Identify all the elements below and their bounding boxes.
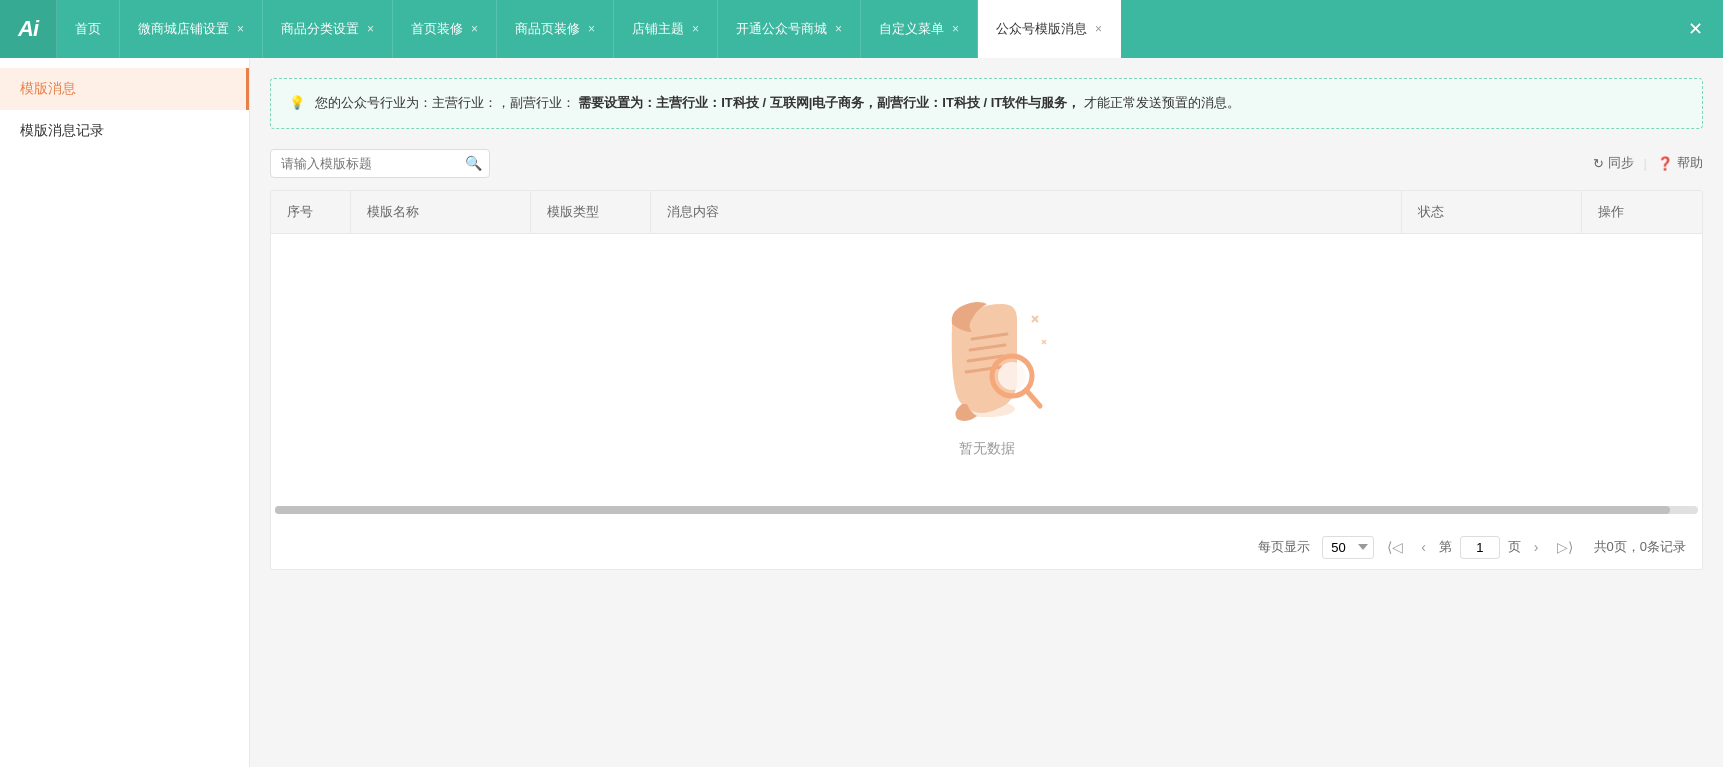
- page-size-label: 每页显示: [1258, 538, 1310, 556]
- tab-label: 商品页装修: [515, 20, 580, 38]
- svg-line-7: [1026, 390, 1040, 406]
- empty-illustration: [922, 294, 1052, 424]
- first-page-button[interactable]: ⟨◁: [1382, 537, 1408, 557]
- notice-text-prefix: 您的公众号行业为：主营行业：，副营行业：: [315, 95, 575, 110]
- tab-product-category[interactable]: 商品分类设置 ×: [263, 0, 393, 58]
- sidebar-item-template-message[interactable]: 模版消息: [0, 68, 249, 110]
- help-button[interactable]: ❓ 帮助: [1657, 154, 1703, 172]
- tab-label: 微商城店铺设置: [138, 20, 229, 38]
- sync-icon: ↻: [1593, 156, 1604, 171]
- tab-product-decoration[interactable]: 商品页装修 ×: [497, 0, 614, 58]
- tab-label: 自定义菜单: [879, 20, 944, 38]
- divider: |: [1644, 156, 1647, 171]
- content-area: 💡 您的公众号行业为：主营行业：，副营行业： 需要设置为：主营行业：IT科技 /…: [250, 58, 1723, 767]
- tab-label: 开通公众号商城: [736, 20, 827, 38]
- col-type: 模版类型: [531, 191, 651, 233]
- page-label: 第: [1439, 538, 1452, 556]
- tab-close-template-message[interactable]: ×: [1095, 22, 1102, 36]
- search-input[interactable]: [270, 149, 490, 178]
- col-index: 序号: [271, 191, 351, 233]
- search-input-wrap: 🔍: [270, 149, 490, 178]
- search-right: ↻ 同步 | ❓ 帮助: [1593, 154, 1703, 172]
- help-icon: ❓: [1657, 156, 1673, 171]
- tab-label: 公众号模版消息: [996, 20, 1087, 38]
- next-page-button[interactable]: ›: [1529, 537, 1544, 557]
- tab-close-open-wechat-shop[interactable]: ×: [835, 22, 842, 36]
- page-size-select[interactable]: 102050100: [1322, 536, 1374, 559]
- global-close-button[interactable]: ✕: [1668, 0, 1723, 58]
- search-icon[interactable]: 🔍: [465, 155, 482, 171]
- sidebar-item-template-message-log[interactable]: 模版消息记录: [0, 110, 249, 152]
- table-wrap: 序号模版名称模版类型消息内容状态操作: [270, 190, 1703, 570]
- last-page-button[interactable]: ▷⟩: [1552, 537, 1578, 557]
- sidebar: 模版消息模版消息记录: [0, 58, 250, 767]
- search-left: 🔍: [270, 149, 490, 178]
- tab-home[interactable]: 首页: [57, 0, 120, 58]
- empty-text: 暂无数据: [959, 440, 1015, 458]
- tab-label: 首页装修: [411, 20, 463, 38]
- tab-close-custom-menu[interactable]: ×: [952, 22, 959, 36]
- col-action: 操作: [1582, 191, 1702, 233]
- notice-text-highlight: 需要设置为：主营行业：IT科技 / 互联网|电子商务，副营行业：IT科技 / I…: [578, 95, 1080, 110]
- notice-box: 💡 您的公众号行业为：主营行业：，副营行业： 需要设置为：主营行业：IT科技 /…: [270, 78, 1703, 129]
- col-name: 模版名称: [351, 191, 531, 233]
- tab-close-product-category[interactable]: ×: [367, 22, 374, 36]
- notice-text-suffix: 才能正常发送预置的消息。: [1084, 95, 1240, 110]
- svg-point-6: [998, 362, 1026, 390]
- tab-custom-menu[interactable]: 自定义菜单 ×: [861, 0, 978, 58]
- tab-close-home-decoration[interactable]: ×: [471, 22, 478, 36]
- page-unit: 页: [1508, 538, 1521, 556]
- tab-shop-theme[interactable]: 店铺主题 ×: [614, 0, 718, 58]
- col-content: 消息内容: [651, 191, 1402, 233]
- tab-micro-shop-settings[interactable]: 微商城店铺设置 ×: [120, 0, 263, 58]
- col-status: 状态: [1402, 191, 1582, 233]
- tab-label: 商品分类设置: [281, 20, 359, 38]
- notice-icon: 💡: [289, 95, 305, 110]
- tab-logo[interactable]: Ai: [0, 0, 57, 58]
- scroll-track[interactable]: [275, 506, 1698, 514]
- tab-home-decoration[interactable]: 首页装修 ×: [393, 0, 497, 58]
- help-label: 帮助: [1677, 154, 1703, 172]
- empty-state: 暂无数据: [271, 234, 1702, 498]
- pagination: 每页显示 102050100 ⟨◁ ‹ 第 1 页 › ▷⟩ 共0页，0条记录: [271, 526, 1702, 569]
- tab-template-message[interactable]: 公众号模版消息 ×: [978, 0, 1121, 58]
- tab-open-wechat-shop[interactable]: 开通公众号商城 ×: [718, 0, 861, 58]
- current-page-input[interactable]: 1: [1460, 536, 1500, 559]
- tab-close-product-decoration[interactable]: ×: [588, 22, 595, 36]
- search-bar: 🔍 ↻ 同步 | ❓ 帮助: [270, 149, 1703, 178]
- table-header: 序号模版名称模版类型消息内容状态操作: [271, 191, 1702, 234]
- main-layout: 模版消息模版消息记录 💡 您的公众号行业为：主营行业：，副营行业： 需要设置为：…: [0, 58, 1723, 767]
- tab-label: 店铺主题: [632, 20, 684, 38]
- tab-close-micro-shop-settings[interactable]: ×: [237, 22, 244, 36]
- scroll-track-wrap: [271, 506, 1702, 526]
- logo-text: Ai: [18, 16, 38, 42]
- tab-label: 首页: [75, 20, 101, 38]
- prev-page-button[interactable]: ‹: [1416, 537, 1431, 557]
- tab-bar: Ai 首页微商城店铺设置×商品分类设置×首页装修×商品页装修×店铺主题×开通公众…: [0, 0, 1723, 58]
- page-total: 共0页，0条记录: [1594, 538, 1686, 556]
- sync-button[interactable]: ↻ 同步: [1593, 154, 1634, 172]
- scroll-thumb[interactable]: [275, 506, 1670, 514]
- sync-label: 同步: [1608, 154, 1634, 172]
- tab-close-shop-theme[interactable]: ×: [692, 22, 699, 36]
